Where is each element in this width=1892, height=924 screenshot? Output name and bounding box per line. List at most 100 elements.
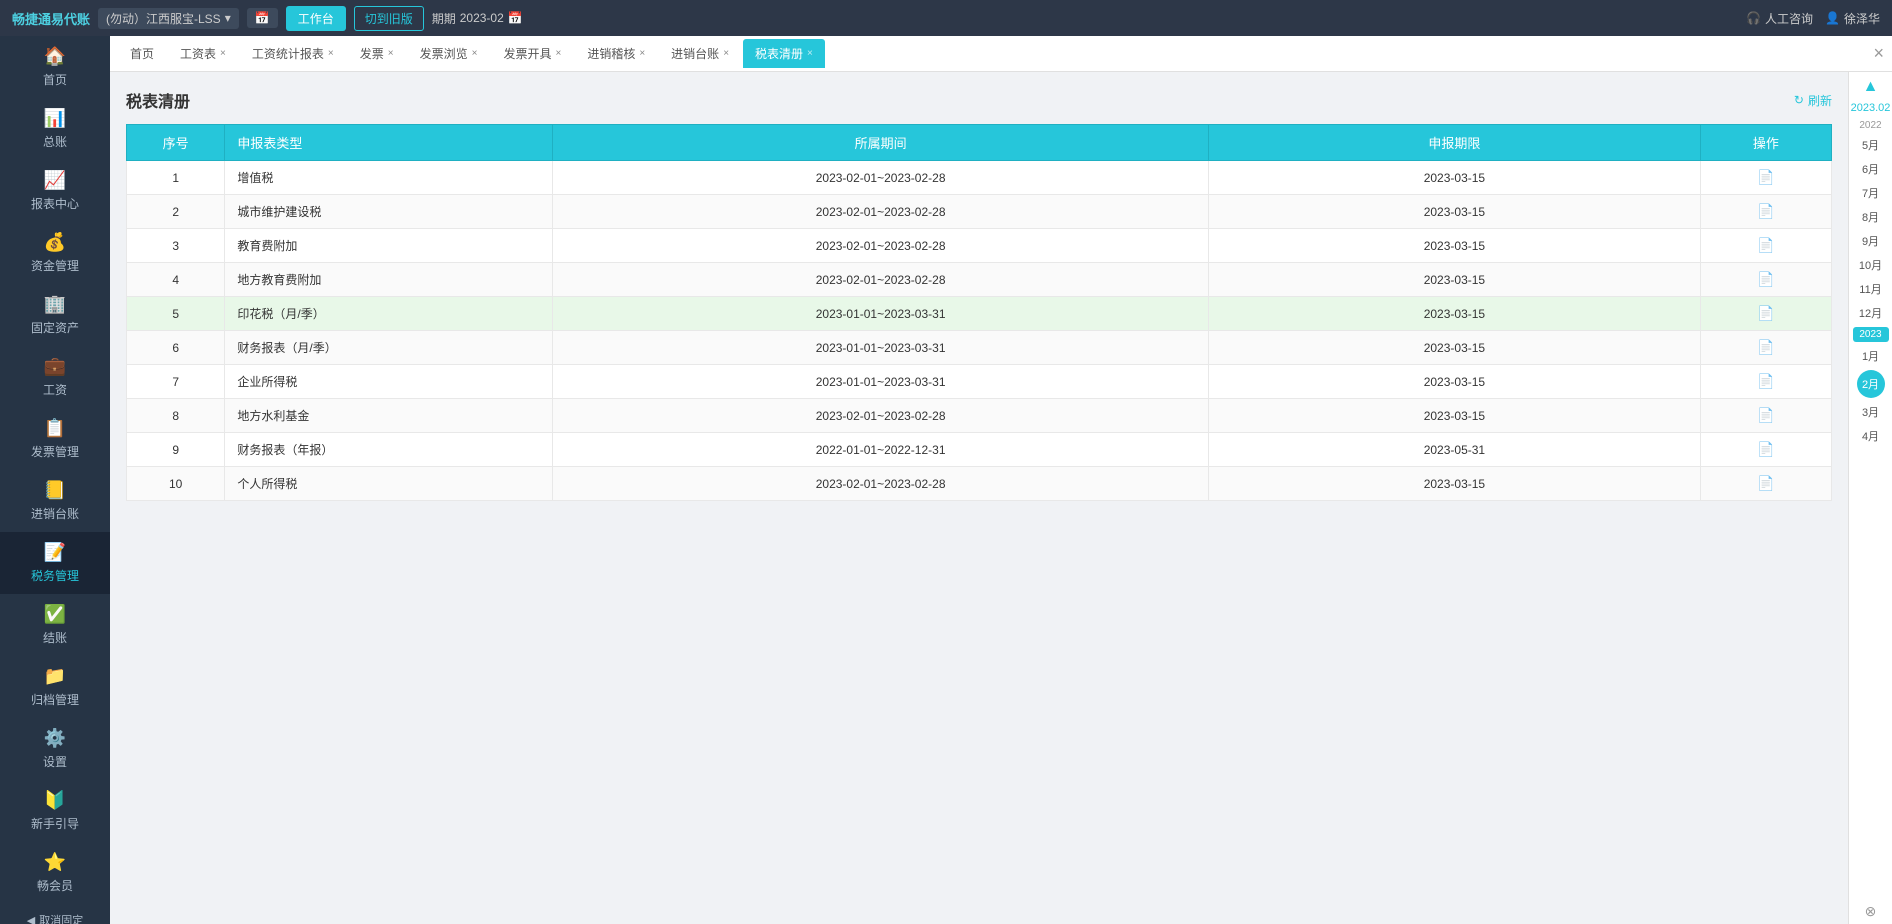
month-2022-8[interactable]: 8月	[1853, 205, 1889, 229]
tab-invoice-browse[interactable]: 发票浏览 ×	[408, 39, 490, 68]
right-panel: ▲ 2023.02 2022 5月 6月 7月 8月 9月 10月 11月 12…	[1848, 72, 1892, 924]
sidebar-item-tax[interactable]: 📝 税务管理	[0, 532, 110, 594]
tab-sales-ledger[interactable]: 进销台账 ×	[659, 39, 741, 68]
sidebar-item-capital[interactable]: 💰 资金管理	[0, 222, 110, 284]
sidebar-item-archive[interactable]: 📁 归档管理	[0, 656, 110, 718]
tab-invoice-close[interactable]: ×	[388, 48, 394, 59]
tab-salary-close[interactable]: ×	[220, 48, 226, 59]
sidebar-item-fixed[interactable]: 🏢 固定资产	[0, 284, 110, 346]
cell-type: 财务报表（年报）	[225, 433, 553, 467]
period-selector[interactable]: 期期 2023-02 📅	[432, 10, 523, 27]
action-icon[interactable]: 📄	[1757, 407, 1774, 423]
month-2022-5[interactable]: 5月	[1853, 133, 1889, 157]
cell-index: 8	[127, 399, 225, 433]
report-icon: 📈	[44, 170, 66, 191]
cell-action[interactable]: 📄	[1700, 433, 1831, 467]
tab-salary-report-close[interactable]: ×	[328, 48, 334, 59]
month-2022-9[interactable]: 9月	[1853, 229, 1889, 253]
refresh-button[interactable]: ↻ 刷新	[1794, 92, 1832, 109]
close-window-button[interactable]: ×	[1873, 43, 1884, 64]
sidebar-item-summary[interactable]: 📊 总账	[0, 98, 110, 160]
cell-action[interactable]: 📄	[1700, 399, 1831, 433]
month-2022-10[interactable]: 10月	[1853, 253, 1889, 277]
panel-up-arrow[interactable]: ▲	[1861, 76, 1881, 98]
cell-action[interactable]: 📄	[1700, 229, 1831, 263]
panel-collapse-btn[interactable]: ⊗	[1865, 903, 1877, 920]
calendar-icon-btn[interactable]: 📅	[247, 8, 278, 28]
cell-action[interactable]: 📄	[1700, 331, 1831, 365]
cell-deadline: 2023-03-15	[1209, 399, 1701, 433]
month-2023-3[interactable]: 3月	[1853, 400, 1889, 424]
month-2022-12[interactable]: 12月	[1853, 301, 1889, 325]
sidebar-item-guide[interactable]: 🔰 新手引导	[0, 780, 110, 842]
month-2023-1[interactable]: 1月	[1853, 344, 1889, 368]
tab-salary[interactable]: 工资表 ×	[168, 39, 238, 68]
tab-home[interactable]: 首页	[118, 39, 166, 68]
sidebar-item-sales[interactable]: 📒 进销台账	[0, 470, 110, 532]
month-2023-2-active[interactable]: 2月	[1857, 370, 1885, 398]
tab-invoice[interactable]: 发票 ×	[348, 39, 406, 68]
cell-action[interactable]: 📄	[1700, 263, 1831, 297]
sidebar-label-capital: 资金管理	[31, 257, 79, 274]
action-icon[interactable]: 📄	[1757, 169, 1774, 185]
cell-action[interactable]: 📄	[1700, 297, 1831, 331]
switch-version-button[interactable]: 切到旧版	[354, 6, 424, 31]
cell-action[interactable]: 📄	[1700, 365, 1831, 399]
action-icon[interactable]: 📄	[1757, 373, 1774, 389]
cell-type: 财务报表（月/季）	[225, 331, 553, 365]
sidebar-item-member[interactable]: ⭐ 畅会员	[0, 842, 110, 904]
tab-home-label: 首页	[130, 45, 154, 62]
month-2022-7[interactable]: 7月	[1853, 181, 1889, 205]
tab-sales-check[interactable]: 进销稽核 ×	[575, 39, 657, 68]
table-row: 2 城市维护建设税 2023-02-01~2023-02-28 2023-03-…	[127, 195, 1832, 229]
content-area: 首页 工资表 × 工资统计报表 × 发票 × 发票浏览 × 发票开具 ×	[110, 36, 1892, 924]
page-header: 税表清册 ↻ 刷新	[126, 88, 1832, 112]
action-icon[interactable]: 📄	[1757, 475, 1774, 491]
tab-sales-ledger-close[interactable]: ×	[723, 48, 729, 59]
ai-consult[interactable]: 🎧 人工咨询	[1746, 10, 1813, 27]
action-icon[interactable]: 📄	[1757, 271, 1774, 287]
sidebar-item-settlement[interactable]: ✅ 结账	[0, 594, 110, 656]
cell-period: 2022-01-01~2022-12-31	[553, 433, 1209, 467]
tab-sales-check-close[interactable]: ×	[639, 48, 645, 59]
table-row: 1 增值税 2023-02-01~2023-02-28 2023-03-15 📄	[127, 161, 1832, 195]
tax-table: 序号 申报表类型 所属期间 申报期限 操作 1 增值税 2023-02-01~2…	[126, 124, 1832, 501]
sidebar-item-settings[interactable]: ⚙️ 设置	[0, 718, 110, 780]
sidebar-item-home[interactable]: 🏠 首页	[0, 36, 110, 98]
cell-action[interactable]: 📄	[1700, 195, 1831, 229]
user-avatar-icon: 👤	[1825, 11, 1840, 25]
tab-salary-report[interactable]: 工资统计报表 ×	[240, 39, 346, 68]
user-menu[interactable]: 👤 徐泽华	[1825, 10, 1880, 27]
tab-invoice-browse-close[interactable]: ×	[472, 48, 478, 59]
month-2023-4[interactable]: 4月	[1853, 424, 1889, 448]
cancel-pin-btn[interactable]: ◀ 取消固定	[0, 904, 110, 924]
cell-type: 教育费附加	[225, 229, 553, 263]
workspace-button[interactable]: 工作台	[286, 6, 346, 31]
tab-invoice-open-close[interactable]: ×	[555, 48, 561, 59]
company-selector[interactable]: (勿动）江西服宝-LSS ▾	[98, 8, 239, 29]
action-icon[interactable]: 📄	[1757, 237, 1774, 253]
th-type: 申报表类型	[225, 125, 553, 161]
month-2022-6[interactable]: 6月	[1853, 157, 1889, 181]
tab-invoice-open[interactable]: 发票开具 ×	[491, 39, 573, 68]
sidebar-item-report[interactable]: 📈 报表中心	[0, 160, 110, 222]
action-icon[interactable]: 📄	[1757, 441, 1774, 457]
tab-tax-register-close[interactable]: ×	[807, 48, 813, 59]
cell-index: 9	[127, 433, 225, 467]
tab-invoice-open-label: 发票开具	[503, 45, 551, 62]
cell-action[interactable]: 📄	[1700, 161, 1831, 195]
action-icon[interactable]: 📄	[1757, 203, 1774, 219]
guide-icon: 🔰	[44, 790, 66, 811]
month-2022-11[interactable]: 11月	[1853, 277, 1889, 301]
cell-period: 2023-02-01~2023-02-28	[553, 467, 1209, 501]
app-logo: 畅捷通易代账	[12, 9, 90, 28]
action-icon[interactable]: 📄	[1757, 305, 1774, 321]
tab-tax-register[interactable]: 税表清册 ×	[743, 39, 825, 68]
tab-sales-ledger-label: 进销台账	[671, 45, 719, 62]
sidebar-item-invoice[interactable]: 📋 发票管理	[0, 408, 110, 470]
sidebar-label-sales: 进销台账	[31, 505, 79, 522]
action-icon[interactable]: 📄	[1757, 339, 1774, 355]
sidebar-item-salary[interactable]: 💼 工资	[0, 346, 110, 408]
cell-action[interactable]: 📄	[1700, 467, 1831, 501]
table-body: 1 增值税 2023-02-01~2023-02-28 2023-03-15 📄…	[127, 161, 1832, 501]
